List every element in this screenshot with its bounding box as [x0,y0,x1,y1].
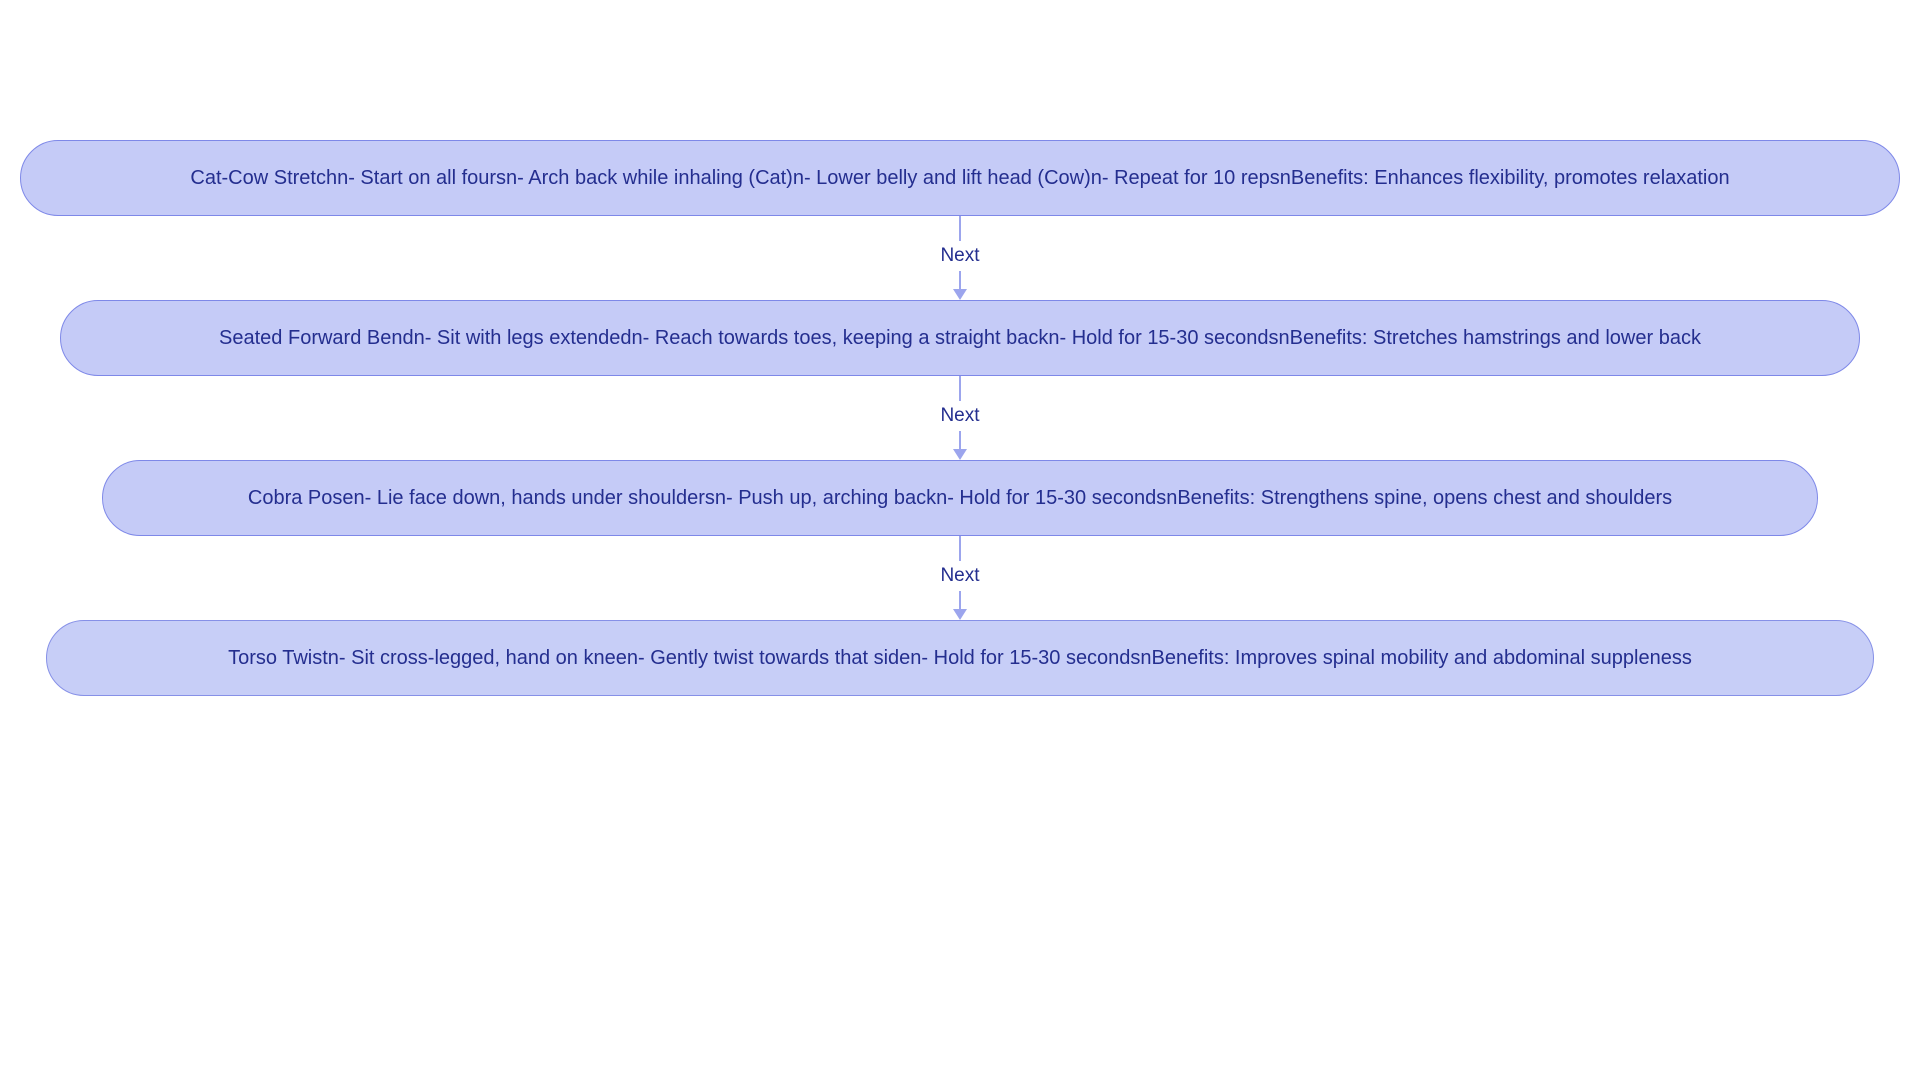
flowchart-node-cat-cow: Cat-Cow Stretchn- Start on all foursn- A… [20,140,1900,216]
arrow-down-icon [953,289,967,300]
arrow-down-icon [953,449,967,460]
connector-line [959,376,961,401]
flowchart-node-torso-twist: Torso Twistn- Sit cross-legged, hand on … [46,620,1874,696]
node-text: Torso Twistn- Sit cross-legged, hand on … [228,647,1692,669]
connector-line [959,431,961,449]
flowchart-connector: Next [15,216,1905,300]
connector-label: Next [940,401,979,431]
connector-line [959,271,961,289]
connector-label: Next [940,561,979,591]
flowchart-node-seated-forward-bend: Seated Forward Bendn- Sit with legs exte… [60,300,1860,376]
connector-line [959,536,961,561]
flowchart-diagram: Cat-Cow Stretchn- Start on all foursn- A… [15,140,1905,696]
connector-label: Next [940,241,979,271]
flowchart-connector: Next [15,536,1905,620]
connector-line [959,216,961,241]
node-text: Seated Forward Bendn- Sit with legs exte… [219,327,1701,349]
node-text: Cat-Cow Stretchn- Start on all foursn- A… [190,167,1729,189]
arrow-down-icon [953,609,967,620]
flowchart-node-cobra-pose: Cobra Posen- Lie face down, hands under … [102,460,1818,536]
node-text: Cobra Posen- Lie face down, hands under … [248,487,1672,509]
flowchart-connector: Next [15,376,1905,460]
connector-line [959,591,961,609]
